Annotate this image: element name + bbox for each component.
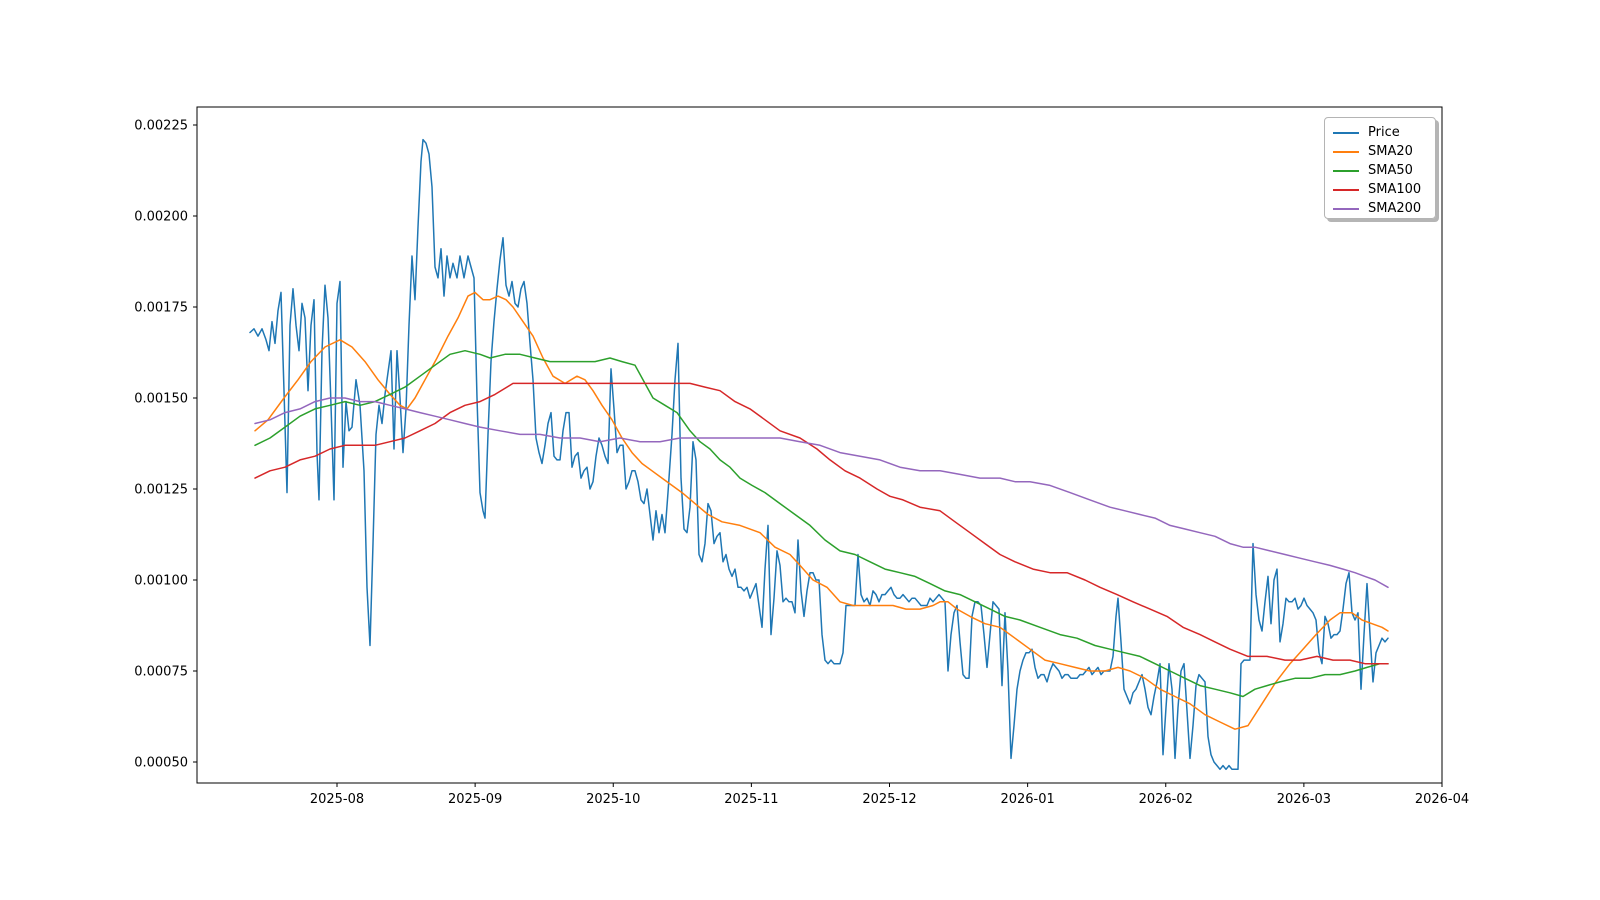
sma20-line-swatch-icon xyxy=(1333,150,1359,153)
legend-entry: SMA200 xyxy=(1333,199,1427,218)
legend-label-price: Price xyxy=(1368,125,1400,140)
x-tick-label: 2025-12 xyxy=(862,792,916,807)
sma20-line xyxy=(254,291,1389,730)
price-line xyxy=(249,138,1389,771)
y-tick-label: 0.00050 xyxy=(134,756,188,771)
y-tick-label: 0.00100 xyxy=(134,574,188,589)
x-tick-label: 2025-08 xyxy=(310,792,364,807)
x-tick-label: 2025-10 xyxy=(586,792,640,807)
y-tick-label: 0.00075 xyxy=(134,665,188,680)
legend-entry: SMA100 xyxy=(1333,180,1427,199)
legend-label-sma100: SMA100 xyxy=(1368,182,1422,197)
sma200-line xyxy=(254,397,1389,589)
price-line-swatch-icon xyxy=(1333,131,1359,134)
sma200-line-swatch-icon xyxy=(1333,207,1359,210)
sma100-line-swatch-icon xyxy=(1333,188,1359,191)
sma50-line xyxy=(254,349,1389,698)
y-tick-label: 0.00225 xyxy=(134,119,188,134)
x-tick-label: 2025-09 xyxy=(448,792,502,807)
x-tick-label: 2026-04 xyxy=(1415,792,1469,807)
sma50-line-swatch-icon xyxy=(1333,169,1359,172)
legend-label-sma200: SMA200 xyxy=(1368,201,1422,216)
y-tick-label: 0.00175 xyxy=(134,301,188,316)
legend-label-sma50: SMA50 xyxy=(1368,163,1413,178)
legend: Price SMA20 SMA50 SMA100 SMA200 xyxy=(1324,117,1436,219)
x-tick-label: 2025-11 xyxy=(724,792,778,807)
y-tick-label: 0.00200 xyxy=(134,210,188,225)
x-tick-label: 2026-01 xyxy=(1000,792,1054,807)
legend-entry: SMA50 xyxy=(1333,161,1427,180)
figure: 2025-08 2025-09 2025-10 2025-11 2025-12 2026-… xyxy=(0,0,1600,900)
x-tick-label: 2026-02 xyxy=(1139,792,1193,807)
legend-entry: SMA20 xyxy=(1333,142,1427,161)
y-tick-label: 0.00125 xyxy=(134,483,188,498)
y-tick-label: 0.00150 xyxy=(134,392,188,407)
legend-entry: Price xyxy=(1333,123,1427,142)
legend-label-sma20: SMA20 xyxy=(1368,144,1413,159)
x-tick-label: 2026-03 xyxy=(1277,792,1331,807)
